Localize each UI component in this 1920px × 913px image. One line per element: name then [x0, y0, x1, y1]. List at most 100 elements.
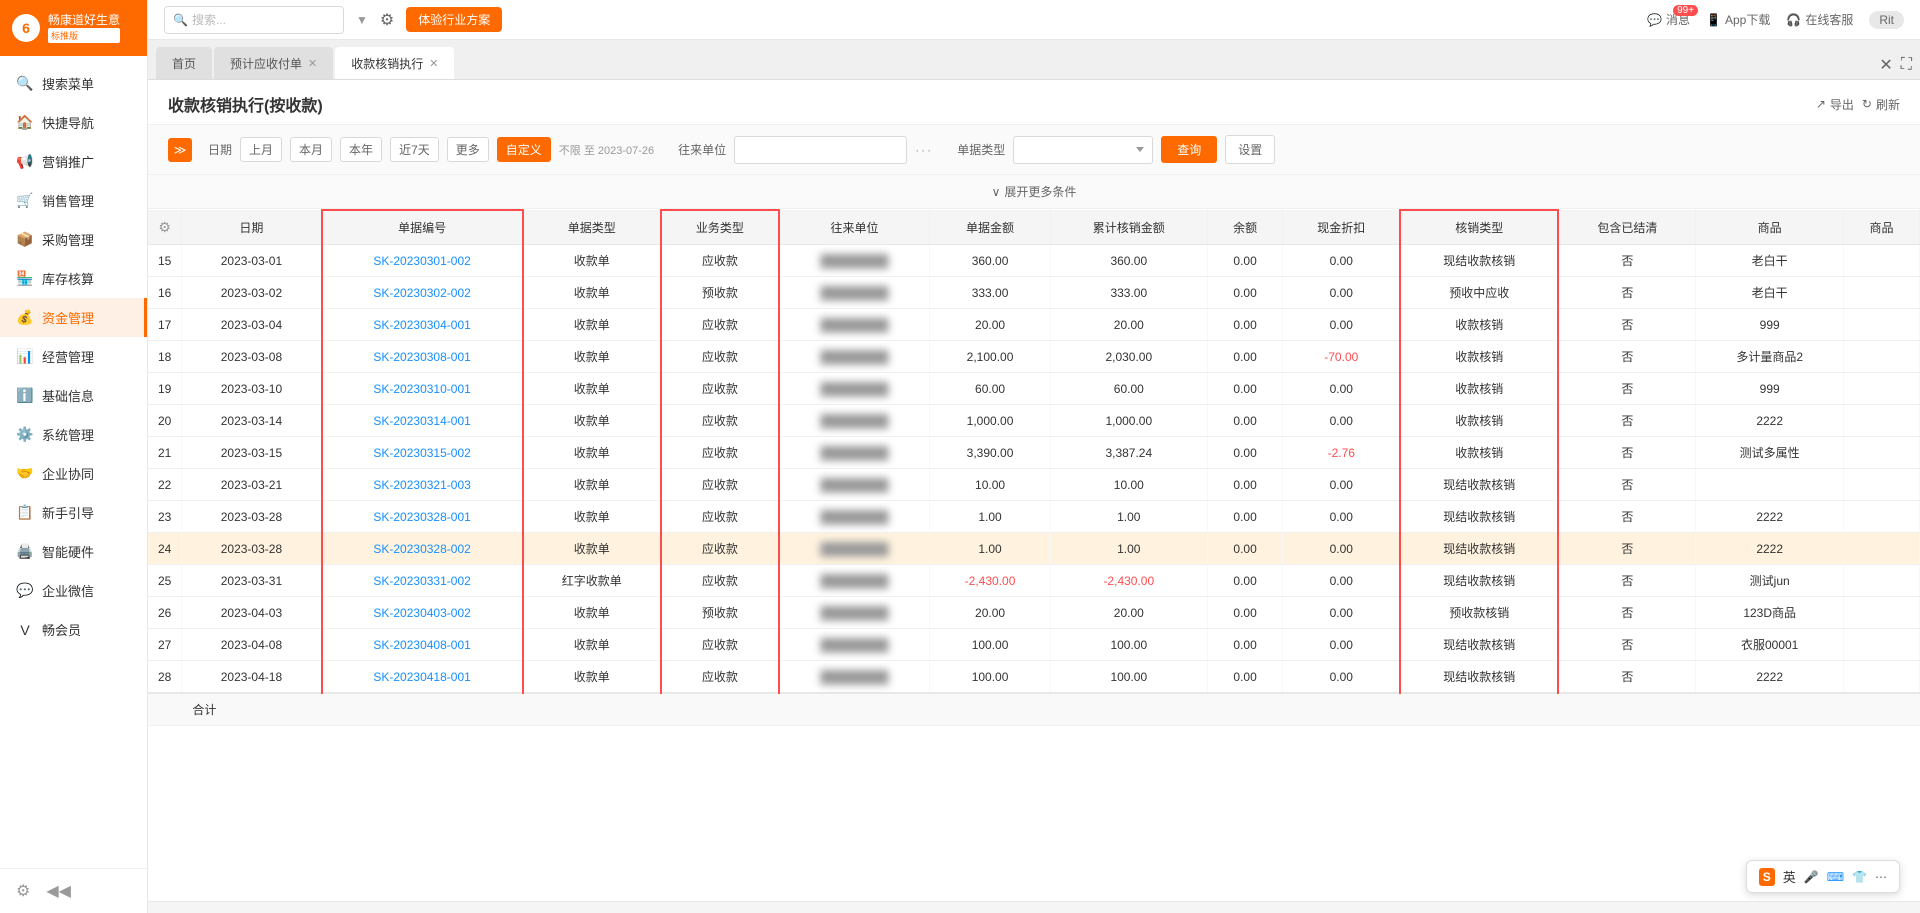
doc-no-link[interactable]: SK-20230315-002 — [373, 446, 470, 460]
sidebar-item-企业协同[interactable]: 🤝企业协同 — [0, 454, 147, 493]
partner-value: ████████ — [820, 510, 888, 524]
app-download-area[interactable]: 📱 App下载 — [1706, 11, 1770, 28]
tab-home[interactable]: 首页 — [156, 47, 212, 79]
doc-no-link[interactable]: SK-20230408-001 — [373, 638, 470, 652]
col-verify-type: 核销类型 — [1400, 210, 1558, 245]
tab-close-all-icon[interactable]: ✕ — [1879, 55, 1892, 75]
online-service-area[interactable]: 🎧 在线客服 — [1786, 11, 1853, 28]
table-row: 15 2023-03-01 SK-20230301-002 收款单 应收款 ██… — [148, 245, 1920, 277]
cell-verified: -2,430.00 — [1050, 565, 1207, 597]
sidebar-item-采购管理[interactable]: 📦采购管理 — [0, 220, 147, 259]
sidebar-item-label: 系统管理 — [42, 425, 94, 444]
sidebar-item-营销推广[interactable]: 📢营销推广 — [0, 142, 147, 181]
col-balance: 余额 — [1207, 210, 1283, 245]
table-scrollbar-area[interactable] — [148, 901, 1920, 913]
table-row: 23 2023-03-28 SK-20230328-001 收款单 应收款 ██… — [148, 501, 1920, 533]
cell-goods2 — [1844, 437, 1920, 469]
cell-verified: 10.00 — [1050, 469, 1207, 501]
table-row: 21 2023-03-15 SK-20230315-002 收款单 应收款 ██… — [148, 437, 1920, 469]
ime-shirt-icon[interactable]: 👕 — [1852, 870, 1867, 884]
app-download-label: App下载 — [1725, 11, 1770, 28]
date-this-month-btn[interactable]: 本月 — [290, 137, 332, 162]
table-row: 28 2023-04-18 SK-20230418-001 收款单 应收款 ██… — [148, 661, 1920, 694]
ime-lang-label[interactable]: 英 — [1783, 867, 1796, 886]
cell-partner: ████████ — [779, 661, 930, 694]
sidebar-item-系统管理[interactable]: ⚙️系统管理 — [0, 415, 147, 454]
solution-button[interactable]: 体验行业方案 — [406, 7, 502, 32]
doc-no-link[interactable]: SK-20230314-001 — [373, 414, 470, 428]
tab-expand-icon[interactable]: ⛶ — [1901, 56, 1912, 74]
doc-no-link[interactable]: SK-20230321-003 — [373, 478, 470, 492]
filter-toggle-button[interactable]: ≫ — [168, 138, 192, 162]
date-7days-btn[interactable]: 近7天 — [390, 137, 439, 162]
cell-partner: ████████ — [779, 597, 930, 629]
partner-value: ████████ — [820, 350, 888, 364]
date-this-year-btn[interactable]: 本年 — [340, 137, 382, 162]
cell-doc-no: SK-20230314-001 — [322, 405, 523, 437]
sidebar-item-快捷导航[interactable]: 🏠快捷导航 — [0, 103, 147, 142]
topbar-gear-icon[interactable]: ⚙ — [380, 10, 394, 30]
ime-keyboard-icon[interactable]: ⌨ — [1827, 870, 1844, 884]
doc-no-link[interactable]: SK-20230328-002 — [373, 542, 470, 556]
tab-verify-close-icon[interactable]: ✕ — [429, 57, 438, 70]
user-avatar[interactable]: Rit — [1869, 11, 1904, 29]
cell-date: 2023-03-14 — [182, 405, 322, 437]
cell-date: 2023-03-01 — [182, 245, 322, 277]
cell-goods2 — [1844, 373, 1920, 405]
cell-doc-no: SK-20230408-001 — [322, 629, 523, 661]
doc-no-link[interactable]: SK-20230403-002 — [373, 606, 470, 620]
query-button[interactable]: 查询 — [1161, 136, 1217, 163]
filter-settings-button[interactable]: 设置 — [1225, 135, 1275, 164]
cell-included: 否 — [1558, 597, 1695, 629]
date-more-btn[interactable]: 更多 — [447, 137, 489, 162]
doc-no-link[interactable]: SK-20230328-001 — [373, 510, 470, 524]
refresh-button[interactable]: ↻ 刷新 — [1862, 96, 1900, 113]
sidebar-item-企业微信[interactable]: 💬企业微信 — [0, 571, 147, 610]
messages-icon-area[interactable]: 💬 消息 99+ — [1647, 11, 1690, 28]
sidebar-item-库存核算[interactable]: 🏪库存核算 — [0, 259, 147, 298]
ime-mic-icon[interactable]: 🎤 — [1804, 870, 1819, 884]
doc-no-link[interactable]: SK-20230308-001 — [373, 350, 470, 364]
cell-verified: 360.00 — [1050, 245, 1207, 277]
ime-more-icon[interactable]: ⋯ — [1875, 870, 1887, 884]
doc-type-select[interactable] — [1013, 136, 1153, 164]
doc-no-link[interactable]: SK-20230304-001 — [373, 318, 470, 332]
sidebar-item-智能硬件[interactable]: 🖨️智能硬件 — [0, 532, 147, 571]
partner-filter-input[interactable] — [734, 136, 907, 164]
expand-more-button[interactable]: ∨ 展开更多条件 — [984, 179, 1085, 204]
settings-icon[interactable]: ⚙ — [16, 881, 30, 901]
partner-value: ████████ — [820, 446, 888, 460]
partner-filter-dots[interactable]: ··· — [915, 143, 933, 157]
date-prev-month-btn[interactable]: 上月 — [240, 137, 282, 162]
message-icon: 💬 — [1647, 13, 1662, 27]
tab-prepay-close-icon[interactable]: ✕ — [308, 57, 317, 70]
sidebar-item-搜索菜单[interactable]: 🔍搜索菜单 — [0, 64, 147, 103]
doc-no-link[interactable]: SK-20230301-002 — [373, 254, 470, 268]
cell-goods1: 2222 — [1696, 661, 1844, 694]
tab-prepay[interactable]: 预计应收付单 ✕ — [214, 47, 333, 79]
cell-discount: 0.00 — [1283, 629, 1400, 661]
cell-date: 2023-03-31 — [182, 565, 322, 597]
sidebar-item-经营管理[interactable]: 📊经营管理 — [0, 337, 147, 376]
table-row: 25 2023-03-31 SK-20230331-002 红字收款单 应收款 … — [148, 565, 1920, 597]
doc-no-link[interactable]: SK-20230331-002 — [373, 574, 470, 588]
sidebar-item-新手引导[interactable]: 📋新手引导 — [0, 493, 147, 532]
sidebar-item-基础信息[interactable]: ℹ️基础信息 — [0, 376, 147, 415]
cell-amount: 20.00 — [930, 309, 1051, 341]
date-range-display: 不限 至 2023-07-26 — [559, 142, 654, 158]
sidebar-item-销售管理[interactable]: 🛒销售管理 — [0, 181, 147, 220]
date-custom-btn[interactable]: 自定义 — [497, 137, 551, 162]
cell-partner: ████████ — [779, 245, 930, 277]
doc-no-link[interactable]: SK-20230302-002 — [373, 286, 470, 300]
collapse-icon[interactable]: ◀◀ — [46, 881, 71, 901]
column-settings-icon[interactable]: ⚙ — [158, 219, 171, 235]
cell-balance: 0.00 — [1207, 501, 1283, 533]
tab-verify[interactable]: 收款核销执行 ✕ — [335, 47, 454, 79]
sidebar-item-畅会员[interactable]: V畅会员 — [0, 610, 147, 649]
cell-date: 2023-03-28 — [182, 533, 322, 565]
export-button[interactable]: ↗ 导出 — [1816, 96, 1854, 113]
doc-no-link[interactable]: SK-20230418-001 — [373, 670, 470, 684]
global-search[interactable]: 🔍 搜索... — [164, 6, 344, 34]
sidebar-item-资金管理[interactable]: 💰资金管理 — [0, 298, 147, 337]
doc-no-link[interactable]: SK-20230310-001 — [373, 382, 470, 396]
